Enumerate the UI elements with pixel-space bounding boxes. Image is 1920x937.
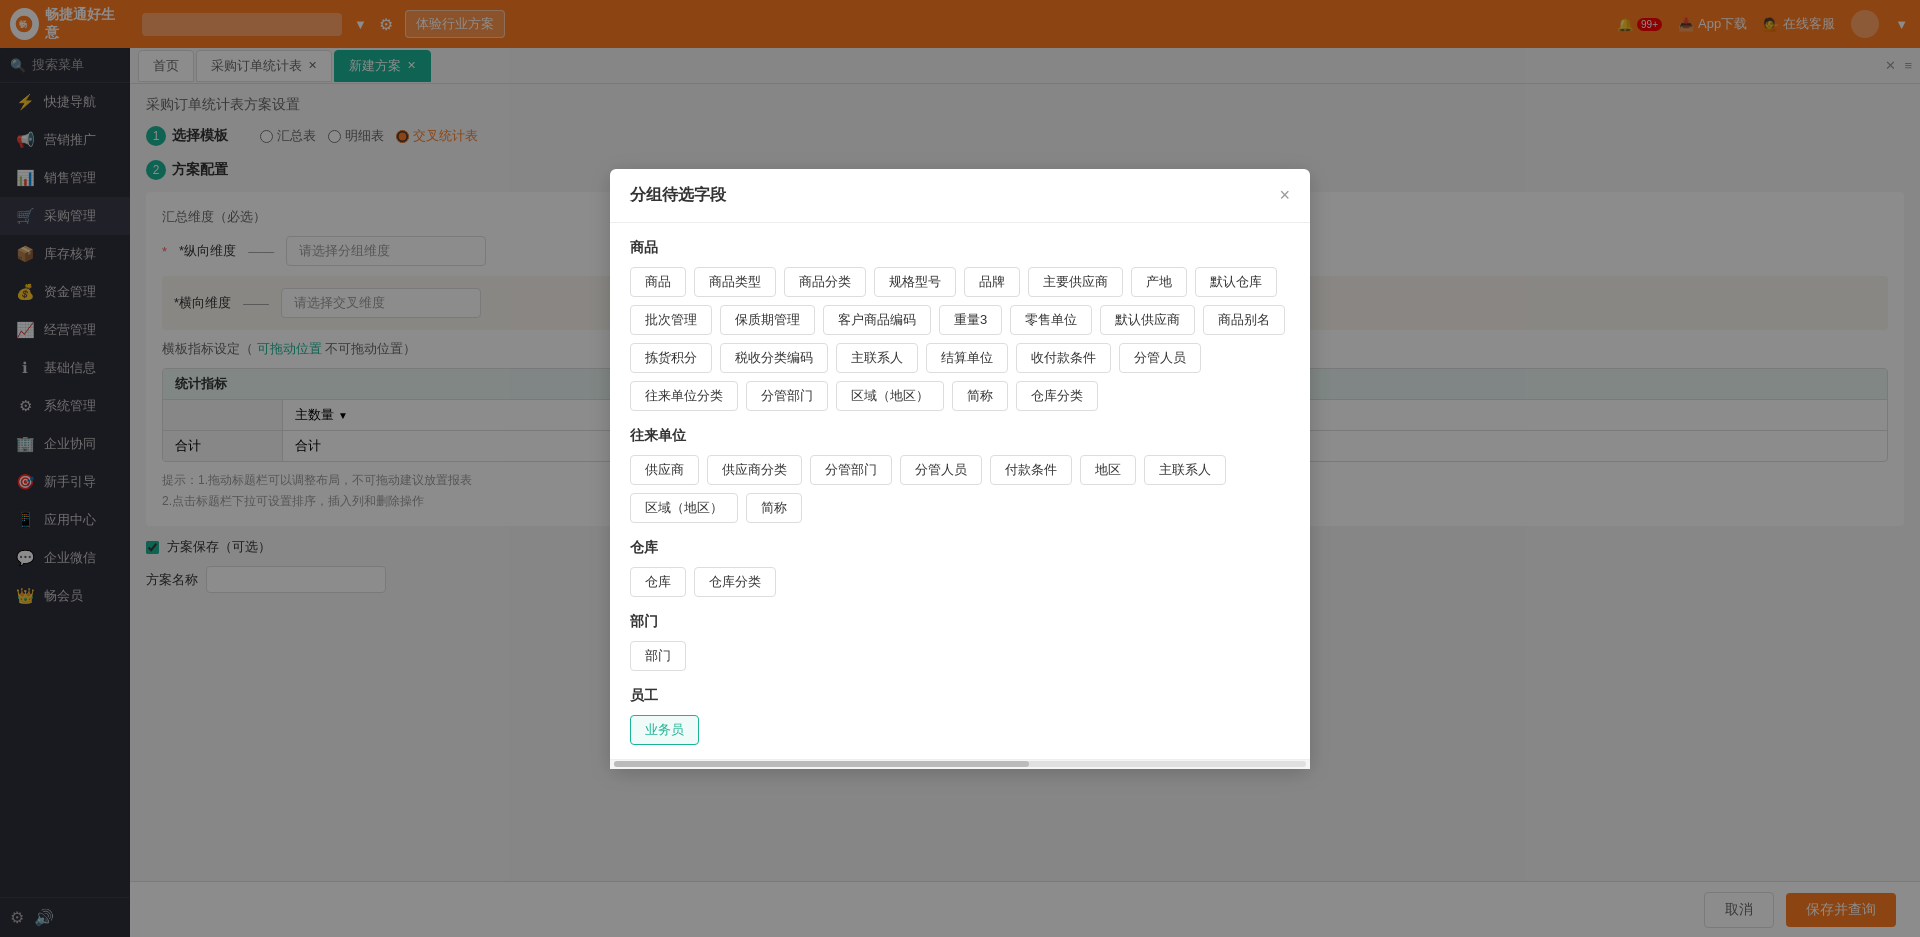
section-goods-title: 商品 — [630, 239, 1290, 257]
tag-pay-condition[interactable]: 付款条件 — [990, 455, 1072, 485]
tag-short-name[interactable]: 简称 — [952, 381, 1008, 411]
section-dept: 部门 部门 — [630, 613, 1290, 671]
tag-region-cp2[interactable]: 区域（地区） — [630, 493, 738, 523]
tag-supplier-type[interactable]: 供应商分类 — [707, 455, 802, 485]
tag-supplier[interactable]: 供应商 — [630, 455, 699, 485]
section-counterpart: 往来单位 供应商 供应商分类 分管部门 分管人员 付款条件 地区 主联系人 区域… — [630, 427, 1290, 523]
tag-main-supplier[interactable]: 主要供应商 — [1028, 267, 1123, 297]
hscroll-track — [614, 761, 1306, 767]
tag-goods-alias[interactable]: 商品别名 — [1203, 305, 1285, 335]
section-warehouse: 仓库 仓库 仓库分类 — [630, 539, 1290, 597]
tag-salesperson[interactable]: 业务员 — [630, 715, 699, 745]
close-modal-button[interactable]: × — [1279, 185, 1290, 206]
tag-batch-mgmt[interactable]: 批次管理 — [630, 305, 712, 335]
tag-default-supplier[interactable]: 默认供应商 — [1100, 305, 1195, 335]
tag-goods-type[interactable]: 商品类型 — [694, 267, 776, 297]
tag-retail-unit[interactable]: 零售单位 — [1010, 305, 1092, 335]
tag-pay-terms[interactable]: 收付款条件 — [1016, 343, 1111, 373]
tag-customer-code[interactable]: 客户商品编码 — [823, 305, 931, 335]
tag-expiry-mgmt[interactable]: 保质期管理 — [720, 305, 815, 335]
tag-source-unit-type[interactable]: 往来单位分类 — [630, 381, 738, 411]
section-warehouse-title: 仓库 — [630, 539, 1290, 557]
section-staff: 员工 业务员 — [630, 687, 1290, 745]
tag-brand[interactable]: 品牌 — [964, 267, 1020, 297]
tag-dept-person-cp[interactable]: 分管人员 — [900, 455, 982, 485]
section-dept-title: 部门 — [630, 613, 1290, 631]
tag-default-warehouse[interactable]: 默认仓库 — [1195, 267, 1277, 297]
tag-weight3[interactable]: 重量3 — [939, 305, 1002, 335]
counterpart-tags: 供应商 供应商分类 分管部门 分管人员 付款条件 地区 主联系人 区域（地区） … — [630, 455, 1290, 523]
tag-warehouse-cat[interactable]: 仓库分类 — [694, 567, 776, 597]
warehouse-tags: 仓库 仓库分类 — [630, 567, 1290, 597]
section-goods: 商品 商品 商品类型 商品分类 规格型号 品牌 主要供应商 产地 默认仓库 批次… — [630, 239, 1290, 411]
tag-spec-type[interactable]: 规格型号 — [874, 267, 956, 297]
staff-tags: 业务员 — [630, 715, 1290, 745]
modal: 分组待选字段 × 商品 商品 商品类型 商品分类 规格型号 品牌 主要供应商 产… — [610, 169, 1310, 769]
tag-dept-cp[interactable]: 分管部门 — [810, 455, 892, 485]
tag-main-contact[interactable]: 主联系人 — [836, 343, 918, 373]
tag-origin[interactable]: 产地 — [1131, 267, 1187, 297]
modal-body: 商品 商品 商品类型 商品分类 规格型号 品牌 主要供应商 产地 默认仓库 批次… — [610, 223, 1310, 759]
hscroll-thumb[interactable] — [614, 761, 1029, 767]
section-staff-title: 员工 — [630, 687, 1290, 705]
modal-header: 分组待选字段 × — [610, 169, 1310, 223]
tag-region-cp[interactable]: 地区 — [1080, 455, 1136, 485]
tag-dept-mgmt[interactable]: 分管部门 — [746, 381, 828, 411]
tag-region-goods[interactable]: 区域（地区） — [836, 381, 944, 411]
tag-settle-unit[interactable]: 结算单位 — [926, 343, 1008, 373]
tag-dept[interactable]: 部门 — [630, 641, 686, 671]
goods-tags: 商品 商品类型 商品分类 规格型号 品牌 主要供应商 产地 默认仓库 批次管理 … — [630, 267, 1290, 411]
tag-goods-category[interactable]: 商品分类 — [784, 267, 866, 297]
tag-pick-points[interactable]: 拣货积分 — [630, 343, 712, 373]
tag-warehouse[interactable]: 仓库 — [630, 567, 686, 597]
modal-title: 分组待选字段 — [630, 185, 726, 206]
tag-main-contact-cp[interactable]: 主联系人 — [1144, 455, 1226, 485]
tag-short-name-cp[interactable]: 简称 — [746, 493, 802, 523]
section-counterpart-title: 往来单位 — [630, 427, 1290, 445]
modal-hscroll[interactable] — [610, 759, 1310, 769]
tag-warehouse-type[interactable]: 仓库分类 — [1016, 381, 1098, 411]
tag-responsible[interactable]: 分管人员 — [1119, 343, 1201, 373]
tag-goods[interactable]: 商品 — [630, 267, 686, 297]
dept-tags: 部门 — [630, 641, 1290, 671]
tag-tax-code[interactable]: 税收分类编码 — [720, 343, 828, 373]
